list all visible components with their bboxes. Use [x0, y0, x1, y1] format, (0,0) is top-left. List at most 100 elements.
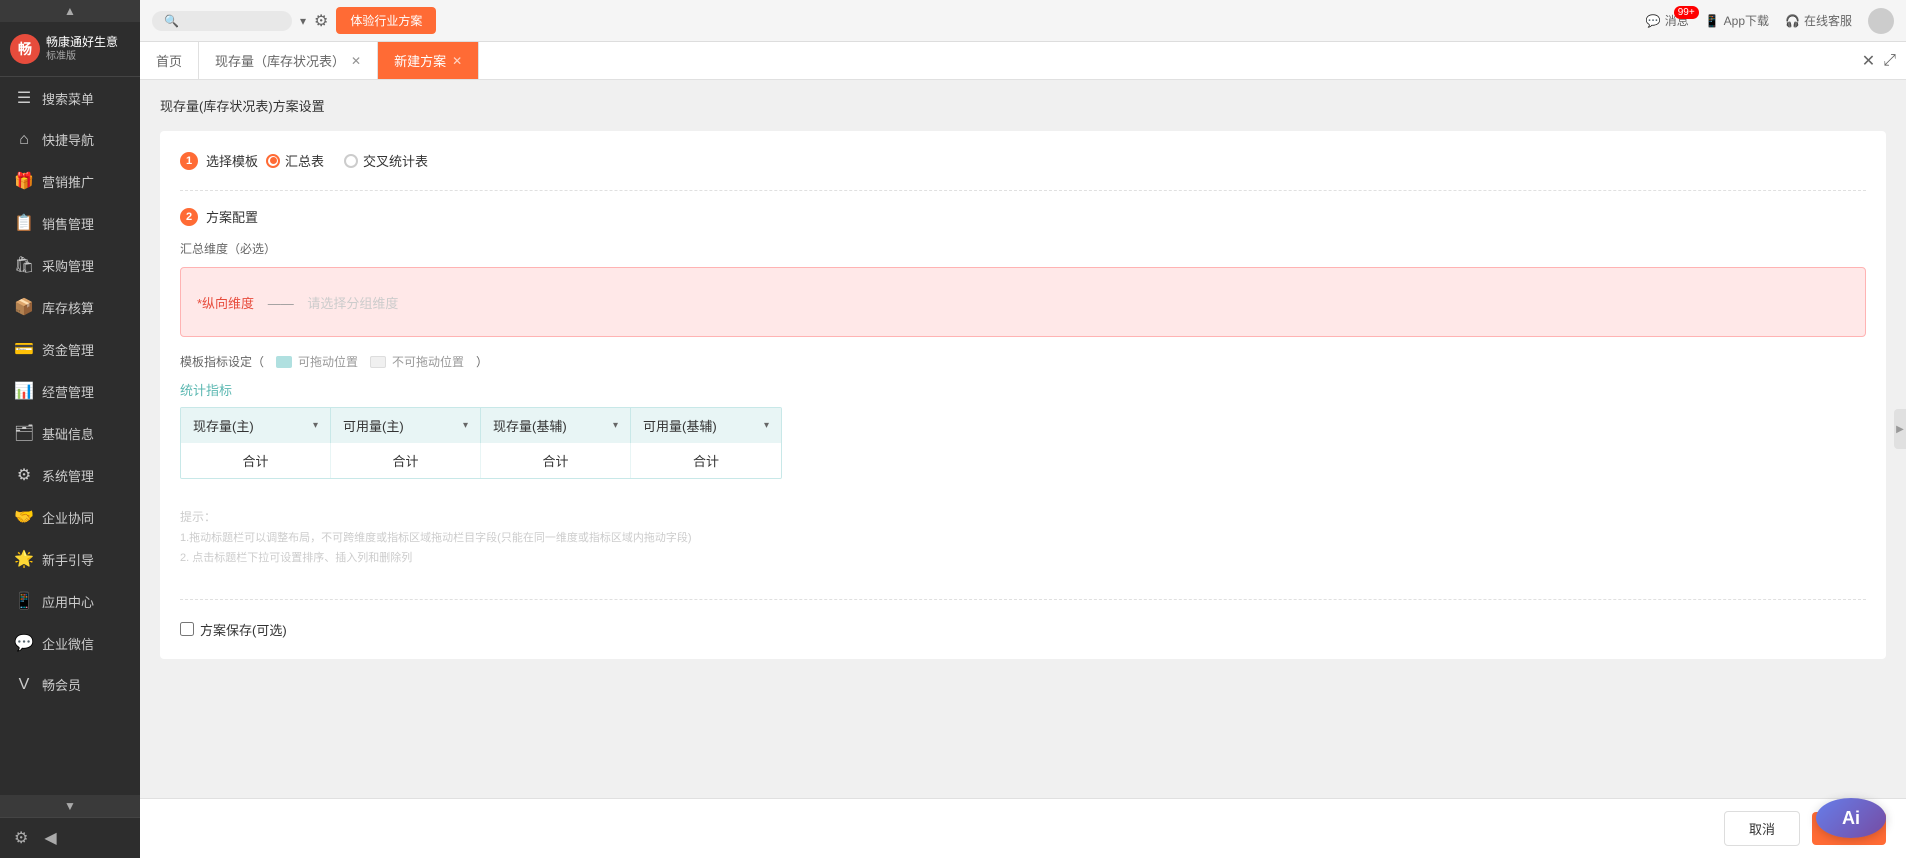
collapse-icon[interactable]: ◀ — [44, 828, 56, 848]
sidebar-item-label: 畅会员 — [42, 675, 81, 694]
stats-label: 统计指标 — [180, 380, 1866, 399]
legend-fixed-box — [370, 356, 386, 368]
col3-chevron-icon[interactable]: ▾ — [613, 420, 618, 431]
save-divider — [180, 599, 1866, 600]
dimension-dash: —— — [268, 296, 298, 311]
radio-summary-label: 汇总表 — [285, 151, 324, 170]
dimension-box[interactable]: *纵向维度 —— 请选择分组维度 — [180, 267, 1866, 337]
sidebar-item-finance[interactable]: 💳 资金管理 — [0, 328, 140, 370]
sidebar-item-newbie[interactable]: 🌟 新手引导 — [0, 538, 140, 580]
sidebar-scroll-down[interactable]: ▼ — [0, 795, 140, 817]
basic-icon: 🗂 — [14, 423, 34, 443]
trial-industry-button[interactable]: 体验行业方案 — [336, 7, 436, 34]
sidebar-item-wechat[interactable]: 💬 企业微信 — [0, 622, 140, 664]
tab-new-plan[interactable]: 新建方案 ✕ — [378, 42, 479, 79]
tab-inventory-close[interactable]: ✕ — [351, 54, 361, 68]
ai-bubble[interactable]: Ai — [1816, 798, 1886, 838]
legend-fixed: 不可拖动位置 — [370, 353, 464, 370]
vip-icon: V — [14, 676, 34, 694]
content-area: 现存量(库存状况表)方案设置 1 选择模板 汇总表 交叉统计表 — [140, 80, 1906, 798]
tab-close-all-icon[interactable]: ✕ — [1862, 51, 1875, 71]
user-avatar[interactable] — [1868, 8, 1894, 34]
tabs-actions: ✕ ⤢ — [1852, 51, 1906, 71]
newbie-icon: 🌟 — [14, 549, 34, 569]
app-center-icon: 📱 — [14, 591, 34, 611]
radio-cross[interactable]: 交叉统计表 — [344, 151, 428, 170]
sidebar-item-vip[interactable]: V 畅会员 — [0, 664, 140, 705]
sidebar-item-basic[interactable]: 🗂 基础信息 — [0, 412, 140, 454]
sidebar-item-label: 库存核算 — [42, 298, 94, 317]
main-area: 🔍 ▾ ⚙ 体验行业方案 💬 消息 99+ 📱 App下载 🎧 在线客服 — [140, 0, 1906, 858]
cancel-button[interactable]: 取消 — [1724, 811, 1800, 846]
inventory-icon: 📦 — [14, 297, 34, 317]
topbar-dropdown-icon[interactable]: ▾ — [300, 14, 306, 28]
right-collapse-handle[interactable]: ▶ — [1894, 409, 1906, 449]
finance-icon: 💳 — [14, 339, 34, 359]
sidebar-item-label: 营销推广 — [42, 172, 94, 191]
online-service-link[interactable]: 🎧 在线客服 — [1785, 12, 1852, 29]
topbar-search-box: 🔍 — [152, 11, 292, 31]
sidebar-item-operation[interactable]: 📊 经营管理 — [0, 370, 140, 412]
tab-expand-icon[interactable]: ⤢ — [1883, 52, 1896, 70]
stats-cell-4: 合计 — [631, 443, 781, 478]
sidebar-scroll-up[interactable]: ▲ — [0, 0, 140, 22]
stats-cell-1: 合计 — [181, 443, 331, 478]
tab-inventory-status[interactable]: 现存量（库存状况表） ✕ — [199, 42, 378, 79]
dimension-required: *纵向维度 — [197, 296, 254, 311]
sidebar-item-enterprise[interactable]: 🤝 企业协同 — [0, 496, 140, 538]
sidebar-item-label: 企业协同 — [42, 508, 94, 527]
topbar-gear-icon[interactable]: ⚙ — [314, 11, 328, 31]
tab-new-plan-close[interactable]: ✕ — [452, 54, 462, 68]
stats-col-1[interactable]: 现存量(主) ▾ — [181, 408, 331, 443]
stats-col-3[interactable]: 现存量(基辅) ▾ — [481, 408, 631, 443]
step2-num: 2 — [180, 208, 198, 226]
tab-home[interactable]: 首页 — [140, 42, 199, 79]
topbar-right: 💬 消息 99+ 📱 App下载 🎧 在线客服 — [1646, 8, 1894, 34]
tab-home-label: 首页 — [156, 51, 182, 70]
messages-badge[interactable]: 💬 消息 99+ — [1646, 12, 1689, 29]
app-name: 畅康通好生意 标准版 — [46, 35, 118, 64]
sidebar-item-marketing[interactable]: 🎁 营销推广 — [0, 160, 140, 202]
radio-cross-dot — [344, 154, 358, 168]
settings-icon[interactable]: ⚙ — [14, 828, 28, 848]
stats-col-4-label: 可用量(基辅) — [643, 416, 717, 435]
indicators-label-close: ） — [476, 353, 488, 370]
sidebar-item-quick-nav[interactable]: ⌂ 快捷导航 — [0, 119, 140, 160]
wechat-icon: 💬 — [14, 633, 34, 653]
step2-section: 2 方案配置 汇总维度（必选） *纵向维度 —— 请选择分组维度 模板指标设定（ — [180, 207, 1866, 579]
indicators-label-row: 模板指标设定（ 可拖动位置 不可拖动位置 ） — [180, 353, 1866, 370]
save-checkbox[interactable] — [180, 622, 194, 636]
sidebar-item-label: 搜索菜单 — [42, 89, 94, 108]
bottom-bar: 取消 查询 — [140, 798, 1906, 858]
col4-chevron-icon[interactable]: ▾ — [764, 420, 769, 431]
headset-icon: 🎧 — [1785, 14, 1800, 28]
sidebar-item-purchase[interactable]: 🛍 采购管理 — [0, 244, 140, 286]
dimension-text: *纵向维度 —— 请选择分组维度 — [197, 293, 398, 312]
app-download-link[interactable]: 📱 App下载 — [1705, 12, 1769, 29]
sidebar-item-label: 快捷导航 — [42, 130, 94, 149]
topbar: 🔍 ▾ ⚙ 体验行业方案 💬 消息 99+ 📱 App下载 🎧 在线客服 — [140, 0, 1906, 42]
sidebar-item-system[interactable]: ⚙ 系统管理 — [0, 454, 140, 496]
legend-movable: 可拖动位置 — [276, 353, 358, 370]
col1-chevron-icon[interactable]: ▾ — [313, 420, 318, 431]
sidebar-item-label: 采购管理 — [42, 256, 94, 275]
radio-summary[interactable]: 汇总表 — [266, 151, 324, 170]
sidebar-item-sales[interactable]: 📋 销售管理 — [0, 202, 140, 244]
col2-chevron-icon[interactable]: ▾ — [463, 420, 468, 431]
step1-num: 1 — [180, 152, 198, 170]
sidebar-item-label: 系统管理 — [42, 466, 94, 485]
sales-icon: 📋 — [14, 213, 34, 233]
tips-text-2: 2. 点击标题栏下拉可设置排序、插入列和删除列 — [180, 549, 1866, 569]
stats-col-3-label: 现存量(基辅) — [493, 416, 567, 435]
sidebar-item-search[interactable]: ☰ 搜索菜单 — [0, 77, 140, 119]
stats-col-4[interactable]: 可用量(基辅) ▾ — [631, 408, 781, 443]
sidebar-item-app-center[interactable]: 📱 应用中心 — [0, 580, 140, 622]
tab-new-plan-label: 新建方案 — [394, 51, 446, 70]
sidebar-item-label: 经营管理 — [42, 382, 94, 401]
sidebar-item-inventory[interactable]: 📦 库存核算 — [0, 286, 140, 328]
dimension-placeholder: 请选择分组维度 — [307, 296, 398, 311]
stats-col-2[interactable]: 可用量(主) ▾ — [331, 408, 481, 443]
settings-panel: 1 选择模板 汇总表 交叉统计表 — [160, 131, 1886, 659]
operation-icon: 📊 — [14, 381, 34, 401]
tips-section: 提示： 1.拖动标题栏可以调整布局，不可跨维度或指标区域拖动栏目字段(只能在同一… — [180, 498, 1866, 579]
